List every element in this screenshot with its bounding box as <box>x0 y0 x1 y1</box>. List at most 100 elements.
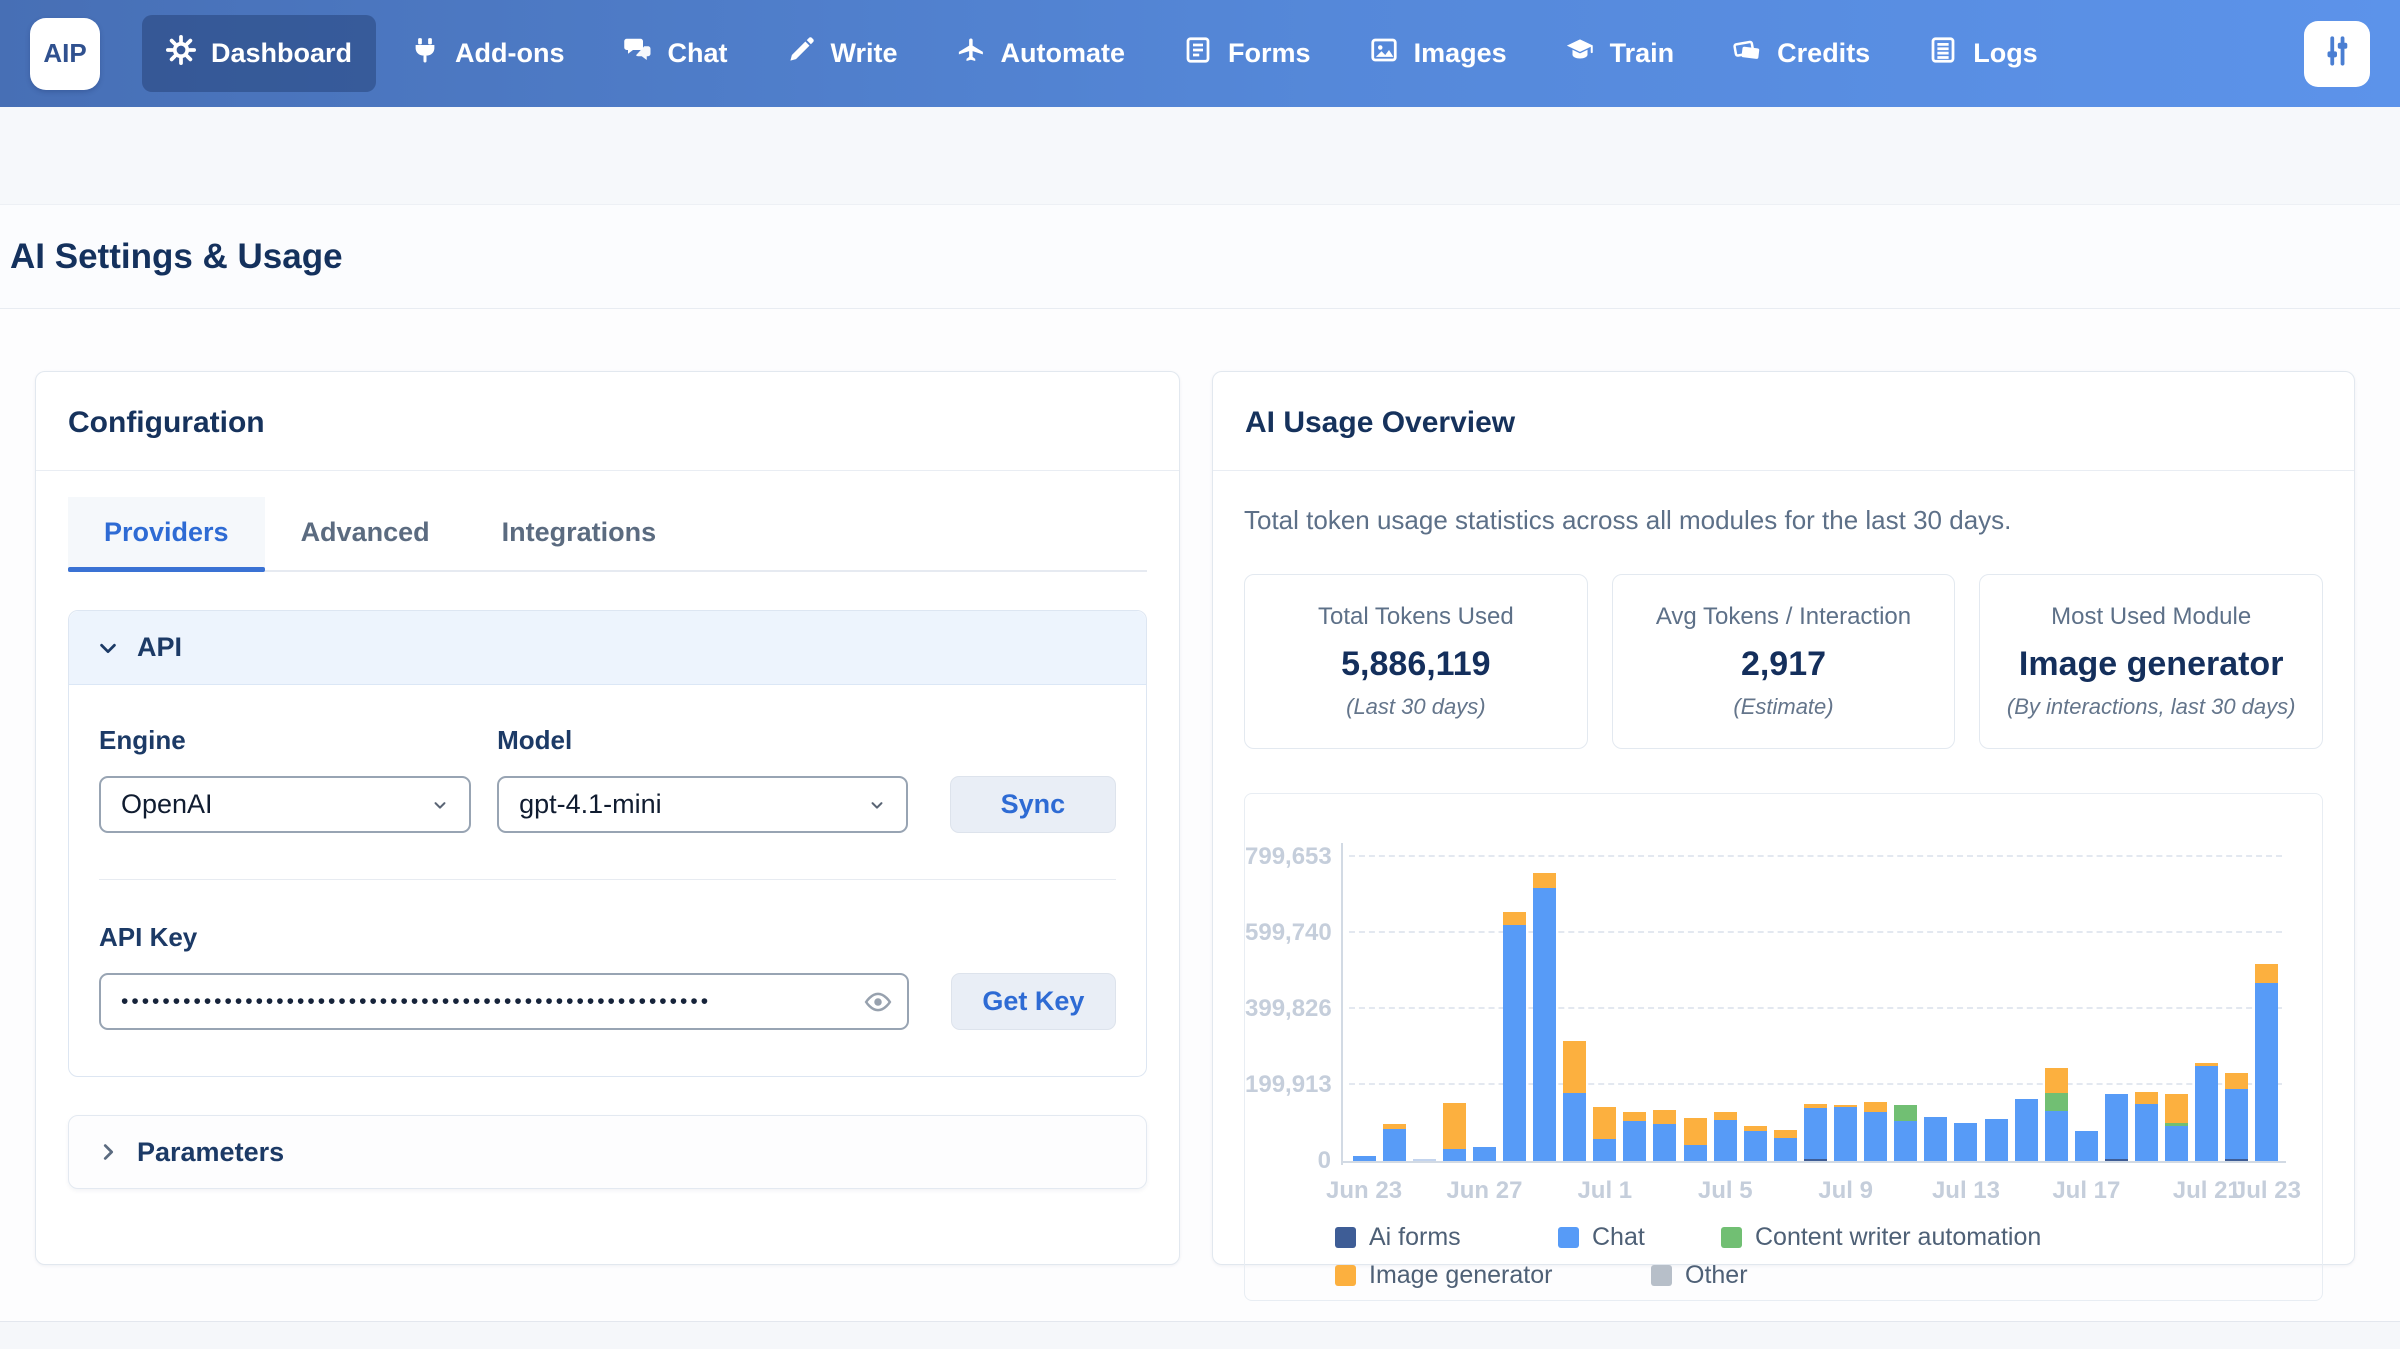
stacked-bar[interactable] <box>1593 1107 1617 1161</box>
chart-x-tick-label: Jul 9 <box>1818 1177 1873 1204</box>
bar-slot-jul-3 <box>1650 857 1680 1161</box>
stacked-bar[interactable] <box>2195 1063 2219 1161</box>
chart-x-tick-label: Jul 21 <box>2172 1177 2241 1204</box>
bar-segment-ai-forms <box>2225 1159 2249 1161</box>
usage-stats-row: Total Tokens Used 5,886,119 (Last 30 day… <box>1244 574 2324 749</box>
nav-item-train[interactable]: Train <box>1541 15 1699 92</box>
stacked-bar[interactable] <box>1563 1041 1587 1161</box>
stacked-bar[interactable] <box>1954 1123 1978 1161</box>
usage-subtitle: Total token usage statistics across all … <box>1244 505 2012 535</box>
bar-segment-image-generator <box>1503 912 1527 925</box>
api-key-input[interactable] <box>99 973 909 1030</box>
stacked-bar[interactable] <box>2225 1073 2249 1161</box>
legend-item-ai-forms[interactable]: Ai forms <box>1335 1218 1558 1256</box>
bar-slot-jul-22 <box>2222 857 2252 1161</box>
legend-item-image-generator[interactable]: Image generator <box>1335 1256 1651 1294</box>
form-icon <box>1183 35 1213 72</box>
display-settings-button[interactable] <box>2304 20 2370 87</box>
stat-value: Image generator <box>2018 645 2284 683</box>
stacked-bar[interactable] <box>1743 1126 1767 1161</box>
bar-slot-jul-11 <box>1891 857 1921 1161</box>
nav-item-write[interactable]: Write <box>762 15 922 92</box>
nav-item-images[interactable]: Images <box>1345 15 1531 92</box>
engine-select[interactable]: OpenAI <box>99 776 472 833</box>
stacked-bar[interactable] <box>1533 873 1557 1161</box>
nav-item-label: Train <box>1609 38 1675 68</box>
stacked-bar[interactable] <box>1713 1112 1737 1161</box>
usage-chart: Jun 23 Jun 27 Jul 1 Jul 5 Jul 9 Jul 13 Jul 17 J… <box>1244 793 2323 1301</box>
stacked-bar[interactable] <box>1803 1104 1827 1161</box>
stacked-bar[interactable] <box>1834 1105 1858 1161</box>
bar-segment-other <box>1412 1159 1436 1161</box>
tab-integrations[interactable]: Integrations <box>466 497 693 570</box>
nav-item-forms[interactable]: Forms <box>1159 15 1335 92</box>
api-section: API Engine OpenAI Model gpt-4.1-mini Syn… <box>68 610 1147 1077</box>
bar-segment-image-generator <box>2165 1094 2189 1123</box>
stacked-bar[interactable] <box>2074 1131 2098 1161</box>
bar-segment-image-generator <box>1442 1103 1466 1149</box>
api-section-header[interactable]: API <box>69 611 1146 685</box>
nav-item-logs[interactable]: Logs <box>1904 15 2062 92</box>
nav-item-label: Forms <box>1228 38 1311 68</box>
bar-slot-jul-5 <box>1710 857 1740 1161</box>
chart-x-tick-label: Jul 17 <box>2052 1177 2121 1204</box>
bar-segment-image-generator <box>2225 1073 2249 1089</box>
stacked-bar[interactable] <box>1984 1119 2008 1161</box>
bar-segment-ai-forms <box>2104 1159 2128 1161</box>
bar-slot-jul-10 <box>1861 857 1891 1161</box>
stacked-bar[interactable] <box>1773 1130 1797 1161</box>
legend-item-chat[interactable]: Chat <box>1558 1218 1721 1256</box>
nav-item-chat[interactable]: Chat <box>599 15 752 92</box>
tab-providers[interactable]: Providers <box>68 497 265 572</box>
image-icon <box>1369 35 1399 72</box>
stacked-bar[interactable] <box>1412 1159 1436 1161</box>
tab-advanced[interactable]: Advanced <box>265 497 466 570</box>
stacked-bar[interactable] <box>2134 1092 2158 1161</box>
sync-button[interactable]: Sync <box>949 776 1116 833</box>
bar-slot-jul-6 <box>1740 857 1770 1161</box>
stacked-bar[interactable] <box>2014 1099 2038 1161</box>
nav-item-add-ons[interactable]: Add-ons <box>386 15 588 92</box>
bar-slot-jul-8 <box>1800 857 1830 1161</box>
stacked-bar[interactable] <box>2255 964 2279 1161</box>
stacked-bar[interactable] <box>1442 1103 1466 1161</box>
app-logo[interactable]: AIP <box>30 17 100 90</box>
chevron-down-icon <box>434 801 446 809</box>
stacked-bar[interactable] <box>1382 1124 1406 1161</box>
sub-nav-band <box>0 107 2400 205</box>
stacked-bar[interactable] <box>1352 1156 1376 1161</box>
legend-item-content-writer-automation[interactable]: Content writer automation <box>1721 1218 2201 1256</box>
stacked-bar[interactable] <box>2165 1094 2189 1161</box>
nav-item-dashboard[interactable]: Dashboard <box>142 15 377 92</box>
stacked-bar[interactable] <box>2044 1068 2068 1161</box>
engine-label: Engine <box>99 725 186 755</box>
parameters-section-header[interactable]: Parameters <box>68 1115 1147 1189</box>
eye-icon[interactable] <box>863 987 893 1017</box>
stacked-bar[interactable] <box>1924 1117 1948 1161</box>
bar-slot-jun-29 <box>1530 857 1560 1161</box>
legend-swatch <box>1335 1264 1356 1286</box>
nav-item-label: Chat <box>667 38 728 68</box>
stacked-bar[interactable] <box>2104 1094 2128 1161</box>
stacked-bar[interactable] <box>1472 1147 1496 1161</box>
airplane-icon <box>956 35 986 72</box>
bar-segment-image-generator <box>1533 873 1557 888</box>
stat-avg-tokens: Avg Tokens / Interaction 2,917 (Estimate… <box>1611 574 1956 749</box>
nav-item-label: Automate <box>1000 38 1126 68</box>
nav-item-label: Images <box>1413 38 1507 68</box>
stacked-bar[interactable] <box>1503 912 1527 1161</box>
stacked-bar[interactable] <box>1894 1105 1918 1161</box>
stacked-bar[interactable] <box>1864 1102 1888 1161</box>
model-select[interactable]: gpt-4.1-mini <box>497 776 908 833</box>
bar-slot-jun-26 <box>1439 857 1469 1161</box>
get-key-button[interactable]: Get Key <box>950 973 1116 1030</box>
nav-item-label: Add-ons <box>455 38 565 68</box>
stacked-bar[interactable] <box>1683 1118 1707 1161</box>
legend-item-other[interactable]: Other <box>1651 1256 1831 1294</box>
bar-slot-jun-28 <box>1499 857 1529 1161</box>
nav-item-label: Dashboard <box>211 38 353 68</box>
nav-item-credits[interactable]: Credits <box>1708 15 1894 92</box>
nav-item-automate[interactable]: Automate <box>932 15 1150 92</box>
stacked-bar[interactable] <box>1653 1110 1677 1161</box>
stacked-bar[interactable] <box>1623 1112 1647 1161</box>
